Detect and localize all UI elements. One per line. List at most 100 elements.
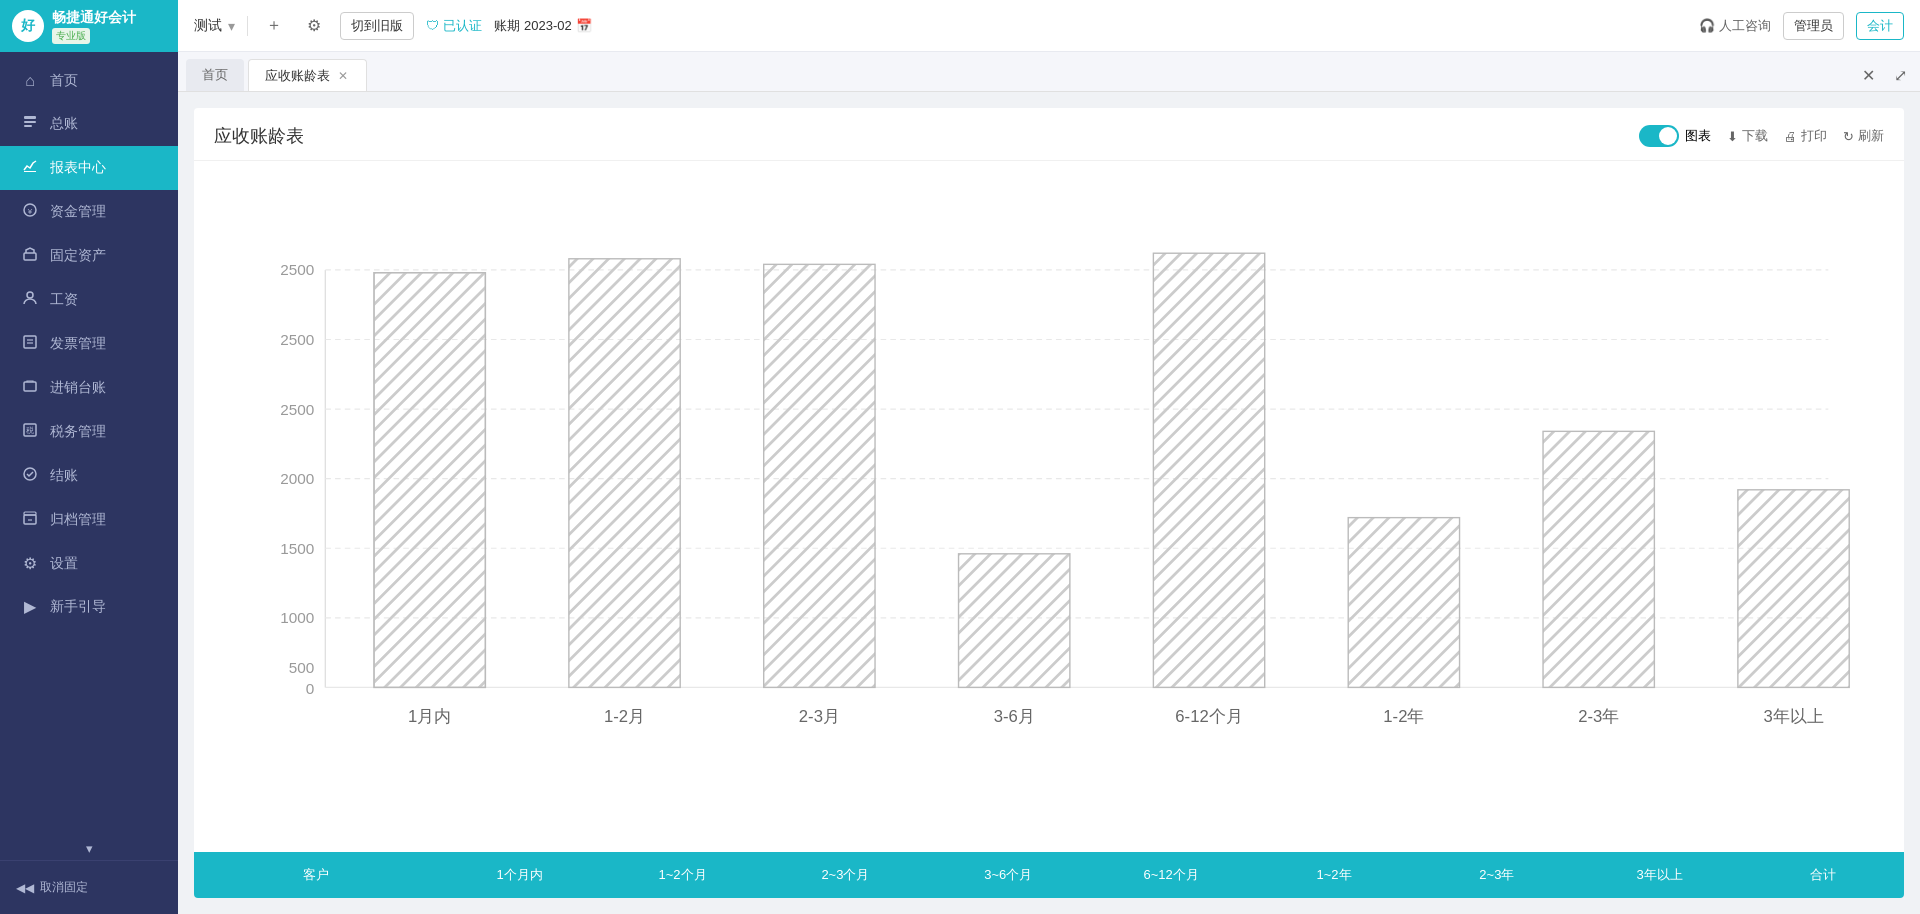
- settings-icon: ⚙: [20, 554, 40, 573]
- refresh-button[interactable]: ↻ 刷新: [1843, 127, 1884, 145]
- sidebar-item-tax[interactable]: 税 税务管理: [0, 410, 178, 454]
- sidebar-item-label: 总账: [50, 115, 78, 133]
- th-total: 合计: [1741, 852, 1904, 898]
- sidebar-item-label: 固定资产: [50, 247, 106, 265]
- chart-toggle-label: 图表: [1685, 127, 1711, 145]
- chart-toggle[interactable]: 图表: [1639, 125, 1711, 147]
- svg-rect-16: [24, 512, 36, 515]
- bar-chart: 2500 2500 2500 2000 1500 1000 500 0: [214, 177, 1884, 836]
- settle-icon: [20, 466, 40, 486]
- sidebar-item-report[interactable]: 报表中心: [0, 146, 178, 190]
- sidebar-item-settle[interactable]: 结账: [0, 454, 178, 498]
- project-selector[interactable]: 测试 ▾: [194, 17, 235, 35]
- sidebar-item-label: 报表中心: [50, 159, 106, 177]
- plus-icon: ＋: [266, 15, 282, 36]
- th-3year-plus: 3年以上: [1578, 852, 1741, 898]
- svg-rect-11: [24, 382, 36, 391]
- tab-aging-close[interactable]: ✕: [336, 67, 350, 85]
- tabbar: 首页 应收账龄表 ✕ ✕ ⤢: [178, 52, 1920, 92]
- guide-icon: ▶: [20, 597, 40, 616]
- svg-text:2000: 2000: [280, 470, 314, 487]
- sidebar-item-archive[interactable]: 归档管理: [0, 498, 178, 542]
- pin-icon: ◀◀: [16, 881, 34, 895]
- switch-old-label: 切到旧版: [351, 18, 403, 33]
- switch-old-button[interactable]: 切到旧版: [340, 12, 414, 40]
- add-button[interactable]: ＋: [260, 12, 288, 40]
- svg-text:6-12个月: 6-12个月: [1175, 707, 1242, 726]
- svg-rect-6: [24, 253, 36, 260]
- role-label: 会计: [1867, 18, 1893, 33]
- svg-rect-38: [959, 554, 1070, 688]
- home-icon: ⌂: [20, 72, 40, 90]
- sidebar-item-ledger[interactable]: 总账: [0, 102, 178, 146]
- sidebar-bottom: ◀◀ 取消固定: [0, 860, 178, 914]
- headset-icon: 🎧: [1699, 18, 1715, 33]
- table-header: 客户 1个月内 1~2个月 2~3个月 3~6个月 6~12个月 1~2年 2~…: [194, 852, 1904, 898]
- sidebar-item-invoice[interactable]: 发票管理: [0, 322, 178, 366]
- th-customer: 客户: [194, 852, 438, 898]
- toggle-track[interactable]: [1639, 125, 1679, 147]
- download-button[interactable]: ⬇ 下载: [1727, 127, 1768, 145]
- sidebar-item-label: 资金管理: [50, 203, 106, 221]
- cancel-fix-label: 取消固定: [40, 879, 88, 896]
- sidebar-item-settings[interactable]: ⚙ 设置: [0, 542, 178, 585]
- print-button[interactable]: 🖨 打印: [1784, 127, 1827, 145]
- role-button[interactable]: 会计: [1856, 12, 1904, 40]
- sidebar-item-label: 首页: [50, 72, 78, 90]
- svg-text:1000: 1000: [280, 609, 314, 626]
- svg-rect-1: [24, 121, 36, 123]
- svg-rect-40: [1348, 518, 1459, 688]
- sidebar-scroll-down[interactable]: ▾: [0, 837, 178, 860]
- calendar-icon[interactable]: 📅: [576, 18, 592, 33]
- shield-icon: 🛡: [426, 18, 439, 33]
- payroll-icon: [20, 290, 40, 310]
- download-label: 下载: [1742, 127, 1768, 145]
- svg-text:1500: 1500: [280, 540, 314, 557]
- ledger-icon: [20, 114, 40, 134]
- svg-rect-36: [569, 259, 680, 688]
- sidebar-item-label: 工资: [50, 291, 78, 309]
- svg-rect-35: [374, 273, 485, 688]
- sidebar-item-label: 发票管理: [50, 335, 106, 353]
- svg-text:1月内: 1月内: [408, 707, 451, 726]
- sidebar-item-label: 新手引导: [50, 598, 106, 616]
- tab-home[interactable]: 首页: [186, 59, 244, 91]
- consult-label: 人工咨询: [1719, 17, 1771, 35]
- consult-button[interactable]: 🎧 人工咨询: [1699, 17, 1771, 35]
- print-label: 打印: [1801, 127, 1827, 145]
- svg-rect-2: [24, 125, 32, 127]
- svg-text:1-2月: 1-2月: [604, 707, 645, 726]
- page-content: 应收账龄表 图表 ⬇ 下载 🖨 打印: [178, 92, 1920, 914]
- settings-button[interactable]: ⚙: [300, 12, 328, 40]
- user-button[interactable]: 管理员: [1783, 12, 1844, 40]
- sidebar-item-payroll[interactable]: 工资: [0, 278, 178, 322]
- project-name: 测试: [194, 17, 222, 35]
- sidebar-item-fund[interactable]: ¥ 资金管理: [0, 190, 178, 234]
- th-1month: 1个月内: [438, 852, 601, 898]
- sidebar-item-guide[interactable]: ▶ 新手引导: [0, 585, 178, 628]
- sidebar-item-label: 设置: [50, 555, 78, 573]
- cancel-fix-button[interactable]: ◀◀ 取消固定: [0, 871, 178, 904]
- svg-text:3-6月: 3-6月: [994, 707, 1035, 726]
- sidebar-item-sales[interactable]: 进销台账: [0, 366, 178, 410]
- svg-text:2500: 2500: [280, 261, 314, 278]
- sidebar-logo: 好 畅捷通好会计 专业版: [0, 0, 178, 52]
- tab-expand-button[interactable]: ⤢: [1888, 63, 1912, 87]
- svg-rect-37: [764, 264, 875, 687]
- chart-area: 2500 2500 2500 2000 1500 1000 500 0: [194, 161, 1904, 852]
- sidebar-item-home[interactable]: ⌂ 首页: [0, 60, 178, 102]
- sidebar: 好 畅捷通好会计 专业版 ⌂ 首页 总账 报表中心 ¥ 资金管理: [0, 0, 178, 914]
- period-label: 账期: [494, 17, 520, 35]
- sidebar-item-asset[interactable]: 固定资产: [0, 234, 178, 278]
- tab-aging[interactable]: 应收账龄表 ✕: [248, 59, 367, 91]
- sidebar-item-label: 归档管理: [50, 511, 106, 529]
- page-title: 应收账龄表: [214, 124, 304, 148]
- svg-text:2-3月: 2-3月: [799, 707, 840, 726]
- main-content: 测试 ▾ ＋ ⚙ 切到旧版 🛡 已认证 账期 2023-02 📅 🎧 人工咨询: [178, 0, 1920, 914]
- svg-rect-41: [1543, 431, 1654, 687]
- sidebar-nav: ⌂ 首页 总账 报表中心 ¥ 资金管理 固定资产: [0, 52, 178, 837]
- tab-close-all-button[interactable]: ✕: [1856, 63, 1880, 87]
- svg-point-7: [27, 292, 33, 298]
- toggle-thumb: [1659, 127, 1677, 145]
- svg-text:税: 税: [26, 426, 34, 435]
